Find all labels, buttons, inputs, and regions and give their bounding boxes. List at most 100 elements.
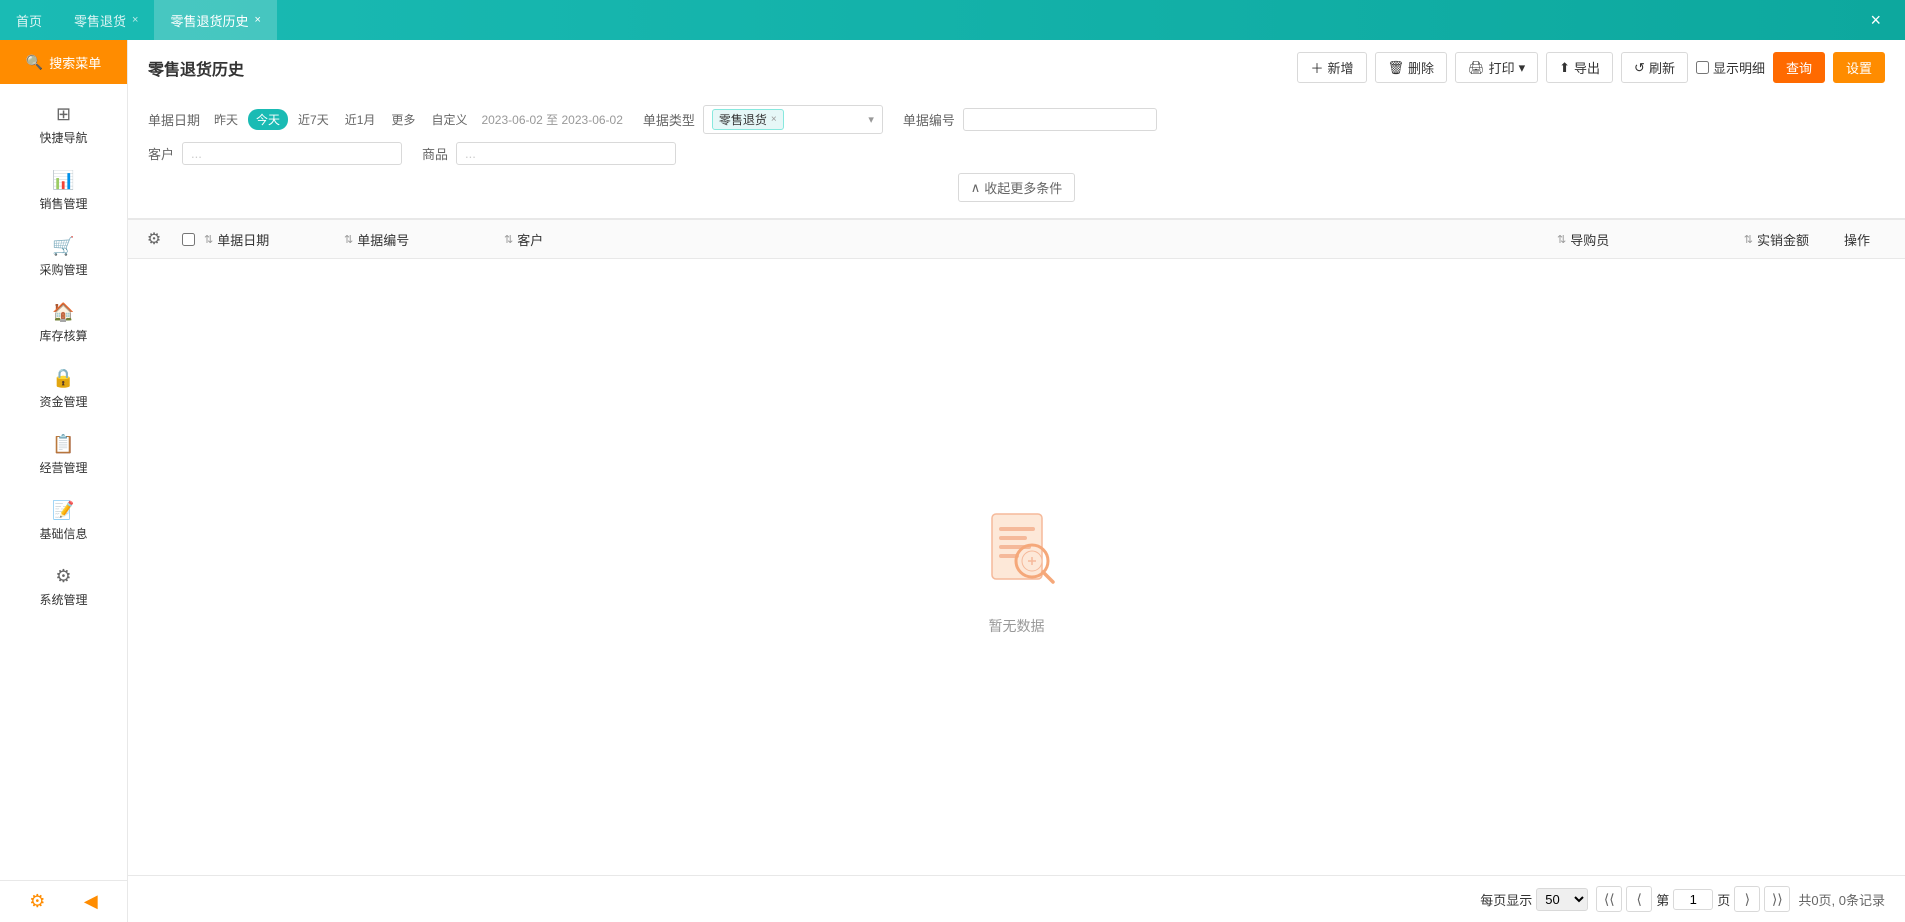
tab-retail-return-history[interactable]: 零售退货历史 × xyxy=(154,0,276,40)
toolbar-btns: ＋ 新增 🗑 删除 🖨 打印 ▾ ⬆ 导出 xyxy=(1297,52,1885,83)
th-customer[interactable]: ⇅ 客户 xyxy=(504,230,1557,249)
search-icon: 🔍 xyxy=(26,54,43,71)
th-amount[interactable]: ⇅ 实销金额 xyxy=(1697,230,1817,249)
new-icon: ＋ xyxy=(1310,58,1323,77)
page-size-label: 每页显示 xyxy=(1480,890,1532,909)
table-wrap: ⚙ ⇅ 单据日期 ⇅ 单据编号 ⇅ 客户 ⇅ 导购员 xyxy=(128,219,1905,922)
show-detail-checkbox[interactable] xyxy=(1696,61,1709,74)
query-button[interactable]: 查询 xyxy=(1773,52,1825,83)
date-btn-more[interactable]: 更多 xyxy=(385,109,421,130)
date-btn-7days[interactable]: 近7天 xyxy=(292,109,335,130)
sidebar-item-ops-mgmt[interactable]: 📋 经营管理 xyxy=(0,422,127,488)
goods-select[interactable]: ... xyxy=(456,142,676,165)
purchase-mgmt-icon: 🛒 xyxy=(52,236,74,257)
sidebar-item-quick-nav-label: 快捷导航 xyxy=(39,129,87,146)
refresh-button[interactable]: ↺ 刷新 xyxy=(1621,52,1688,83)
delete-icon: 🗑 xyxy=(1388,60,1405,76)
content-area: 零售退货历史 ＋ 新增 🗑 删除 🖨 打印 ▾ xyxy=(128,40,1905,922)
sort-icon-customer: ⇅ xyxy=(504,233,513,246)
sidebar-search[interactable]: 🔍 搜索菜单 xyxy=(0,40,127,84)
sidebar-settings-icon[interactable]: ⚙ xyxy=(29,891,45,912)
date-btn-yesterday[interactable]: 昨天 xyxy=(208,109,244,130)
sidebar-item-purchase-mgmt[interactable]: 🛒 采购管理 xyxy=(0,224,127,290)
new-button[interactable]: ＋ 新增 xyxy=(1297,52,1366,83)
topbar-right: × xyxy=(1862,6,1905,35)
sidebar-item-inventory[interactable]: 🏠 库存核算 xyxy=(0,290,127,356)
doc-type-chevron-icon: ▾ xyxy=(868,113,874,126)
export-label: 导出 xyxy=(1574,58,1600,77)
sort-icon-amount: ⇅ xyxy=(1744,233,1753,246)
doc-type-tag-close[interactable]: × xyxy=(771,114,777,125)
doc-type-select[interactable]: 零售退货 × ▾ xyxy=(703,105,883,134)
sidebar-bottom: ⚙ ◀ xyxy=(0,880,127,922)
finance-mgmt-icon: 🔒 xyxy=(52,368,74,389)
print-button[interactable]: 🖨 打印 ▾ xyxy=(1455,52,1538,83)
refresh-icon: ↺ xyxy=(1634,60,1645,76)
page-title-bar: 零售退货历史 ＋ 新增 🗑 删除 🖨 打印 ▾ xyxy=(148,52,1885,83)
show-detail-wrap[interactable]: 显示明细 xyxy=(1696,58,1765,77)
date-btn-custom[interactable]: 自定义 xyxy=(425,109,473,130)
th-date[interactable]: ⇅ 单据日期 xyxy=(204,230,344,249)
sidebar-item-quick-nav[interactable]: ⊞ 快捷导航 xyxy=(0,92,127,158)
filter-row-2: 客户 ... 商品 ... xyxy=(148,142,1885,165)
sidebar-item-purchase-mgmt-label: 采购管理 xyxy=(39,261,87,278)
delete-label: 删除 xyxy=(1408,58,1434,77)
select-all-checkbox[interactable] xyxy=(182,233,195,246)
th-num-label: 单据编号 xyxy=(357,230,409,249)
table-header: ⚙ ⇅ 单据日期 ⇅ 单据编号 ⇅ 客户 ⇅ 导购员 xyxy=(128,219,1905,259)
sidebar-item-finance-mgmt-label: 资金管理 xyxy=(39,393,87,410)
sidebar-item-sys-mgmt[interactable]: ⚙ 系统管理 xyxy=(0,554,127,620)
th-num[interactable]: ⇅ 单据编号 xyxy=(344,230,504,249)
page-size-select: 每页显示 20 50 100 200 xyxy=(1480,888,1588,911)
page-title: 零售退货历史 xyxy=(148,56,244,80)
more-filter-btn[interactable]: ∧ 收起更多条件 xyxy=(958,173,1076,202)
empty-illustration xyxy=(967,499,1067,604)
sidebar-item-sales-mgmt[interactable]: 📊 销售管理 xyxy=(0,158,127,224)
setting-button[interactable]: 设置 xyxy=(1833,52,1885,83)
page-header: 零售退货历史 ＋ 新增 🗑 删除 🖨 打印 ▾ xyxy=(128,40,1905,219)
date-btn-1month[interactable]: 近1月 xyxy=(339,109,382,130)
table-select-all[interactable] xyxy=(172,233,204,246)
page-last-btn[interactable]: ⟩⟩ xyxy=(1764,886,1790,912)
sidebar-collapse-icon[interactable]: ◀ xyxy=(84,891,98,912)
tab-retail-return-close[interactable]: × xyxy=(132,14,138,26)
export-icon: ⬆ xyxy=(1559,60,1570,76)
date-filter-label: 单据日期 xyxy=(148,110,200,129)
pagination: 每页显示 20 50 100 200 ⟨⟨ ⟨ 第 页 ⟩ ⟩⟩ xyxy=(128,875,1905,922)
customer-select[interactable]: ... xyxy=(182,142,402,165)
table-settings-icon[interactable]: ⚙ xyxy=(136,229,172,249)
doc-num-input[interactable] xyxy=(963,108,1157,131)
customer-label: 客户 xyxy=(148,144,174,163)
tab-home[interactable]: 首页 xyxy=(0,0,58,40)
tab-retail-return[interactable]: 零售退货 × xyxy=(58,0,154,40)
page-first-btn[interactable]: ⟨⟨ xyxy=(1596,886,1622,912)
sort-icon-num: ⇅ xyxy=(344,233,353,246)
tab-retail-return-history-close[interactable]: × xyxy=(254,14,260,26)
refresh-label: 刷新 xyxy=(1649,58,1675,77)
tab-retail-return-label: 零售退货 xyxy=(74,11,126,30)
th-guide[interactable]: ⇅ 导购员 xyxy=(1557,230,1697,249)
more-filter-label: 收起更多条件 xyxy=(984,178,1062,197)
goods-filter-item: 商品 ... xyxy=(422,142,676,165)
customer-filter-item: 客户 ... xyxy=(148,142,402,165)
chevron-up-icon: ∧ xyxy=(971,180,981,196)
topbar-close-btn[interactable]: × xyxy=(1862,6,1889,35)
page-size-dropdown[interactable]: 20 50 100 200 xyxy=(1536,888,1588,911)
new-label: 新增 xyxy=(1328,58,1354,77)
page-input[interactable] xyxy=(1673,889,1713,910)
query-label: 查询 xyxy=(1786,58,1812,77)
page-label: 第 xyxy=(1656,890,1669,909)
sort-icon-date: ⇅ xyxy=(204,233,213,246)
sidebar-item-basic-info[interactable]: 📝 基础信息 xyxy=(0,488,127,554)
print-icon: 🖨 xyxy=(1468,60,1485,76)
page-prev-btn[interactable]: ⟨ xyxy=(1626,886,1652,912)
tab-home-label: 首页 xyxy=(16,11,42,30)
sales-mgmt-icon: 📊 xyxy=(52,170,74,191)
sidebar-item-finance-mgmt[interactable]: 🔒 资金管理 xyxy=(0,356,127,422)
delete-button[interactable]: 🗑 删除 xyxy=(1375,52,1448,83)
date-btn-today[interactable]: 今天 xyxy=(248,109,288,130)
page-next-btn[interactable]: ⟩ xyxy=(1734,886,1760,912)
export-button[interactable]: ⬆ 导出 xyxy=(1546,52,1613,83)
topbar: 首页 零售退货 × 零售退货历史 × × xyxy=(0,0,1905,40)
main-layout: 🔍 搜索菜单 ⊞ 快捷导航 📊 销售管理 🛒 采购管理 🏠 库存核算 🔒 xyxy=(0,40,1905,922)
